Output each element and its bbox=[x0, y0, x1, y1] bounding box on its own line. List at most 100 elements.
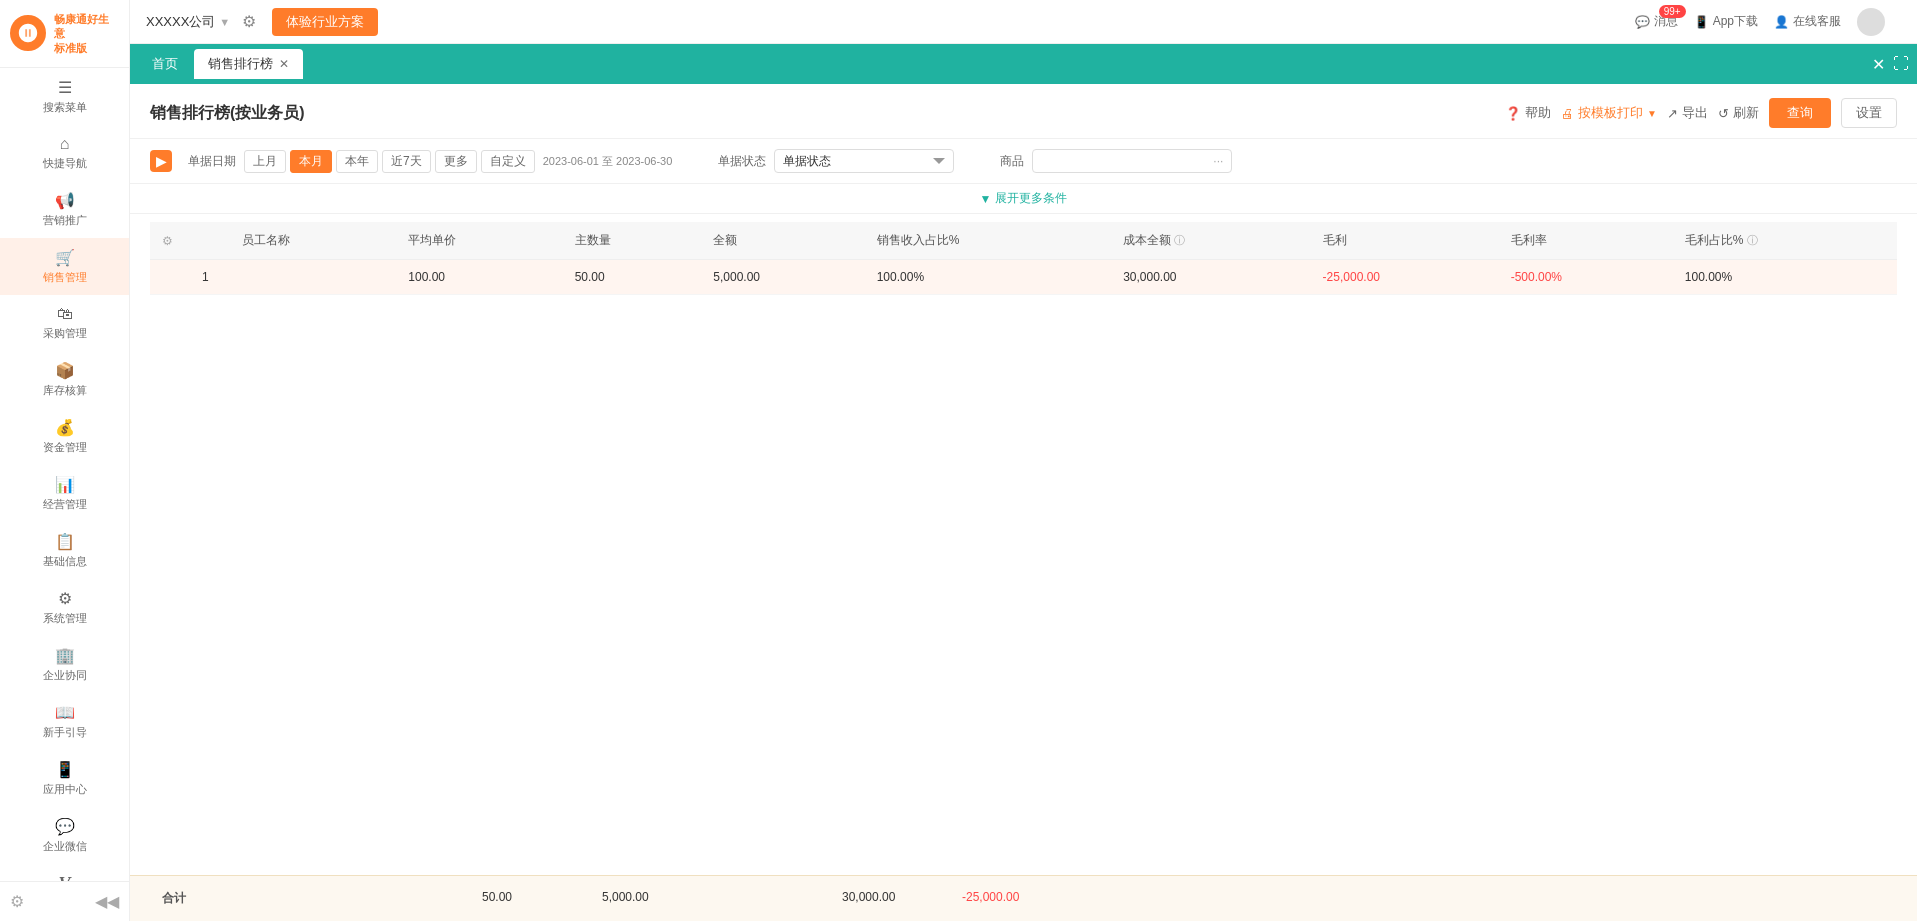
col-amount: 全额 bbox=[701, 222, 864, 260]
sidebar-item-marketing[interactable]: 📢 营销推广 bbox=[0, 181, 129, 238]
sidebar-label-inventory: 库存核算 bbox=[43, 383, 87, 398]
footer-gross: -25,000.00 bbox=[950, 884, 1070, 913]
period-last-7[interactable]: 近7天 bbox=[382, 150, 431, 173]
sidebar-nav: ☰ 搜索菜单 ⌂ 快捷导航 📢 营销推广 🛒 销售管理 🛍 采购管理 📦 库存核… bbox=[0, 68, 129, 881]
goods-filter-more-icon: ··· bbox=[1213, 154, 1223, 168]
purchase-icon: 🛍 bbox=[57, 305, 73, 323]
settings-bottom-icon[interactable]: ⚙ bbox=[10, 892, 24, 911]
export-button[interactable]: ↗ 导出 bbox=[1667, 104, 1708, 122]
row-gross-cell: -25,000.00 bbox=[1311, 260, 1499, 295]
data-table: ⚙ 员工名称 平均单价 主数量 全额 销售收入占比% 成本全额 ⓘ bbox=[150, 222, 1897, 295]
filter-toggle-button[interactable]: ▶ bbox=[150, 150, 172, 172]
sidebar-item-sales[interactable]: 🛒 销售管理 bbox=[0, 238, 129, 295]
footer-cost: 30,000.00 bbox=[830, 884, 950, 913]
row-settings-cell bbox=[150, 260, 190, 295]
status-filter-section: 单据状态 单据状态 bbox=[718, 149, 954, 173]
settings-button[interactable]: 设置 bbox=[1841, 98, 1897, 128]
period-custom[interactable]: 自定义 bbox=[481, 150, 535, 173]
app-download-label: App下载 bbox=[1713, 13, 1758, 30]
sidebar-item-inventory[interactable]: 📦 库存核算 bbox=[0, 351, 129, 408]
sidebar-item-purchase[interactable]: 🛍 采购管理 bbox=[0, 295, 129, 351]
sidebar-item-enterprise[interactable]: 🏢 企业协同 bbox=[0, 636, 129, 693]
goods-filter-input[interactable]: ··· bbox=[1032, 149, 1232, 173]
sidebar-item-search[interactable]: ☰ 搜索菜单 bbox=[0, 68, 129, 125]
period-last-month[interactable]: 上月 bbox=[244, 150, 286, 173]
period-more[interactable]: 更多 bbox=[435, 150, 477, 173]
company-selector[interactable]: XXXXX公司 ▼ bbox=[146, 13, 230, 31]
cost-info-icon[interactable]: ⓘ bbox=[1174, 234, 1185, 246]
expand-more-button[interactable]: ▼ 展开更多条件 bbox=[980, 190, 1068, 207]
sidebar-item-guide[interactable]: 📖 新手引导 bbox=[0, 693, 129, 750]
tab-home[interactable]: 首页 bbox=[138, 49, 192, 79]
table-body: 1 100.00 50.00 5,000.00 100.00% 30,000.0… bbox=[150, 260, 1897, 295]
status-filter-select[interactable]: 单据状态 bbox=[774, 149, 954, 173]
sidebar-label-sales: 销售管理 bbox=[43, 270, 87, 285]
base-icon: 📋 bbox=[55, 532, 75, 551]
guide-icon: 📖 bbox=[55, 703, 75, 722]
sidebar-item-wechat[interactable]: 💬 企业微信 bbox=[0, 807, 129, 864]
col-main-qty: 主数量 bbox=[563, 222, 702, 260]
tab-close-all-icon[interactable]: ✕ bbox=[1872, 55, 1885, 74]
table-footer-bar: 合计 50.00 5,000.00 30,000.00 -25,000.00 bbox=[130, 875, 1917, 921]
period-this-month[interactable]: 本月 bbox=[290, 150, 332, 173]
sidebar-label-quick: 快捷导航 bbox=[43, 156, 87, 171]
company-name: XXXXX公司 bbox=[146, 13, 215, 31]
messages-item[interactable]: 💬 消息 99+ bbox=[1635, 13, 1678, 30]
header-settings-icon[interactable]: ⚙ bbox=[242, 12, 256, 31]
period-this-year[interactable]: 本年 bbox=[336, 150, 378, 173]
sidebar-item-member[interactable]: V 畅会员 bbox=[0, 864, 129, 881]
expand-down-icon: ▼ bbox=[980, 192, 992, 206]
col-settings[interactable]: ⚙ bbox=[150, 222, 190, 260]
footer-amount: 5,000.00 bbox=[590, 884, 710, 913]
tab-maximize-icon[interactable]: ⛶ bbox=[1893, 55, 1909, 74]
goods-filter-section: 商品 ··· bbox=[1000, 149, 1232, 173]
row-gross-pct-cell: 100.00% bbox=[1673, 260, 1897, 295]
sidebar-item-quick[interactable]: ⌂ 快捷导航 bbox=[0, 125, 129, 181]
tab-home-label: 首页 bbox=[152, 55, 178, 73]
row-avg-price-cell: 100.00 bbox=[396, 260, 562, 295]
trial-button[interactable]: 体验行业方案 bbox=[272, 8, 378, 36]
refresh-button[interactable]: ↺ 刷新 bbox=[1718, 104, 1759, 122]
sales-icon: 🛒 bbox=[55, 248, 75, 267]
service-item[interactable]: 👤 在线客服 bbox=[1774, 13, 1841, 30]
help-button[interactable]: ❓ 帮助 bbox=[1505, 104, 1551, 122]
print-button[interactable]: 🖨 按模板打印 ▼ bbox=[1561, 104, 1657, 122]
header-right: 💬 消息 99+ 📱 App下载 👤 在线客服 bbox=[1635, 8, 1901, 36]
avatar[interactable] bbox=[1857, 8, 1885, 36]
help-label: 帮助 bbox=[1525, 104, 1551, 122]
member-icon: V bbox=[58, 874, 70, 881]
tab-close-icon[interactable]: ✕ bbox=[279, 57, 289, 71]
phone-icon: 📱 bbox=[1694, 15, 1709, 29]
collapse-icon[interactable]: ◀◀ bbox=[95, 892, 119, 911]
system-icon: ⚙ bbox=[58, 589, 72, 608]
sidebar-item-operation[interactable]: 📊 经营管理 bbox=[0, 465, 129, 522]
search-icon: ☰ bbox=[58, 78, 72, 97]
expand-more-label: 展开更多条件 bbox=[995, 190, 1067, 207]
app-download-item[interactable]: 📱 App下载 bbox=[1694, 13, 1758, 30]
sidebar-label-base: 基础信息 bbox=[43, 554, 87, 569]
footer-cells: 合计 50.00 5,000.00 30,000.00 -25,000.00 bbox=[150, 884, 1897, 913]
tab-bar-right: ✕ ⛶ bbox=[1872, 55, 1909, 74]
col-settings-icon[interactable]: ⚙ bbox=[162, 234, 173, 248]
row-cost-cell: 30,000.00 bbox=[1111, 260, 1310, 295]
marketing-icon: 📢 bbox=[55, 191, 75, 210]
date-range-display: 2023-06-01 至 2023-06-30 bbox=[543, 154, 673, 169]
print-icon: 🖨 bbox=[1561, 106, 1574, 121]
expand-row: ▼ 展开更多条件 bbox=[130, 184, 1917, 214]
tab-sales-rank-label: 销售排行榜 bbox=[208, 55, 273, 73]
query-button[interactable]: 查询 bbox=[1769, 98, 1831, 128]
logo: 畅康通好生意 标准版 bbox=[0, 0, 129, 68]
operation-icon: 📊 bbox=[55, 475, 75, 494]
sidebar-item-apps[interactable]: 📱 应用中心 bbox=[0, 750, 129, 807]
sidebar-label-finance: 资金管理 bbox=[43, 440, 87, 455]
sidebar-item-base[interactable]: 📋 基础信息 bbox=[0, 522, 129, 579]
apps-icon: 📱 bbox=[55, 760, 75, 779]
footer-avg-price bbox=[350, 884, 470, 913]
sidebar-item-finance[interactable]: 💰 资金管理 bbox=[0, 408, 129, 465]
sidebar-label-wechat: 企业微信 bbox=[43, 839, 87, 854]
tab-sales-rank[interactable]: 销售排行榜 ✕ bbox=[194, 49, 303, 79]
col-sales-pct: 销售收入占比% bbox=[865, 222, 1111, 260]
sidebar-item-system[interactable]: ⚙ 系统管理 bbox=[0, 579, 129, 636]
gross-pct-info-icon[interactable]: ⓘ bbox=[1747, 234, 1758, 246]
table-head: ⚙ 员工名称 平均单价 主数量 全额 销售收入占比% 成本全额 ⓘ bbox=[150, 222, 1897, 260]
